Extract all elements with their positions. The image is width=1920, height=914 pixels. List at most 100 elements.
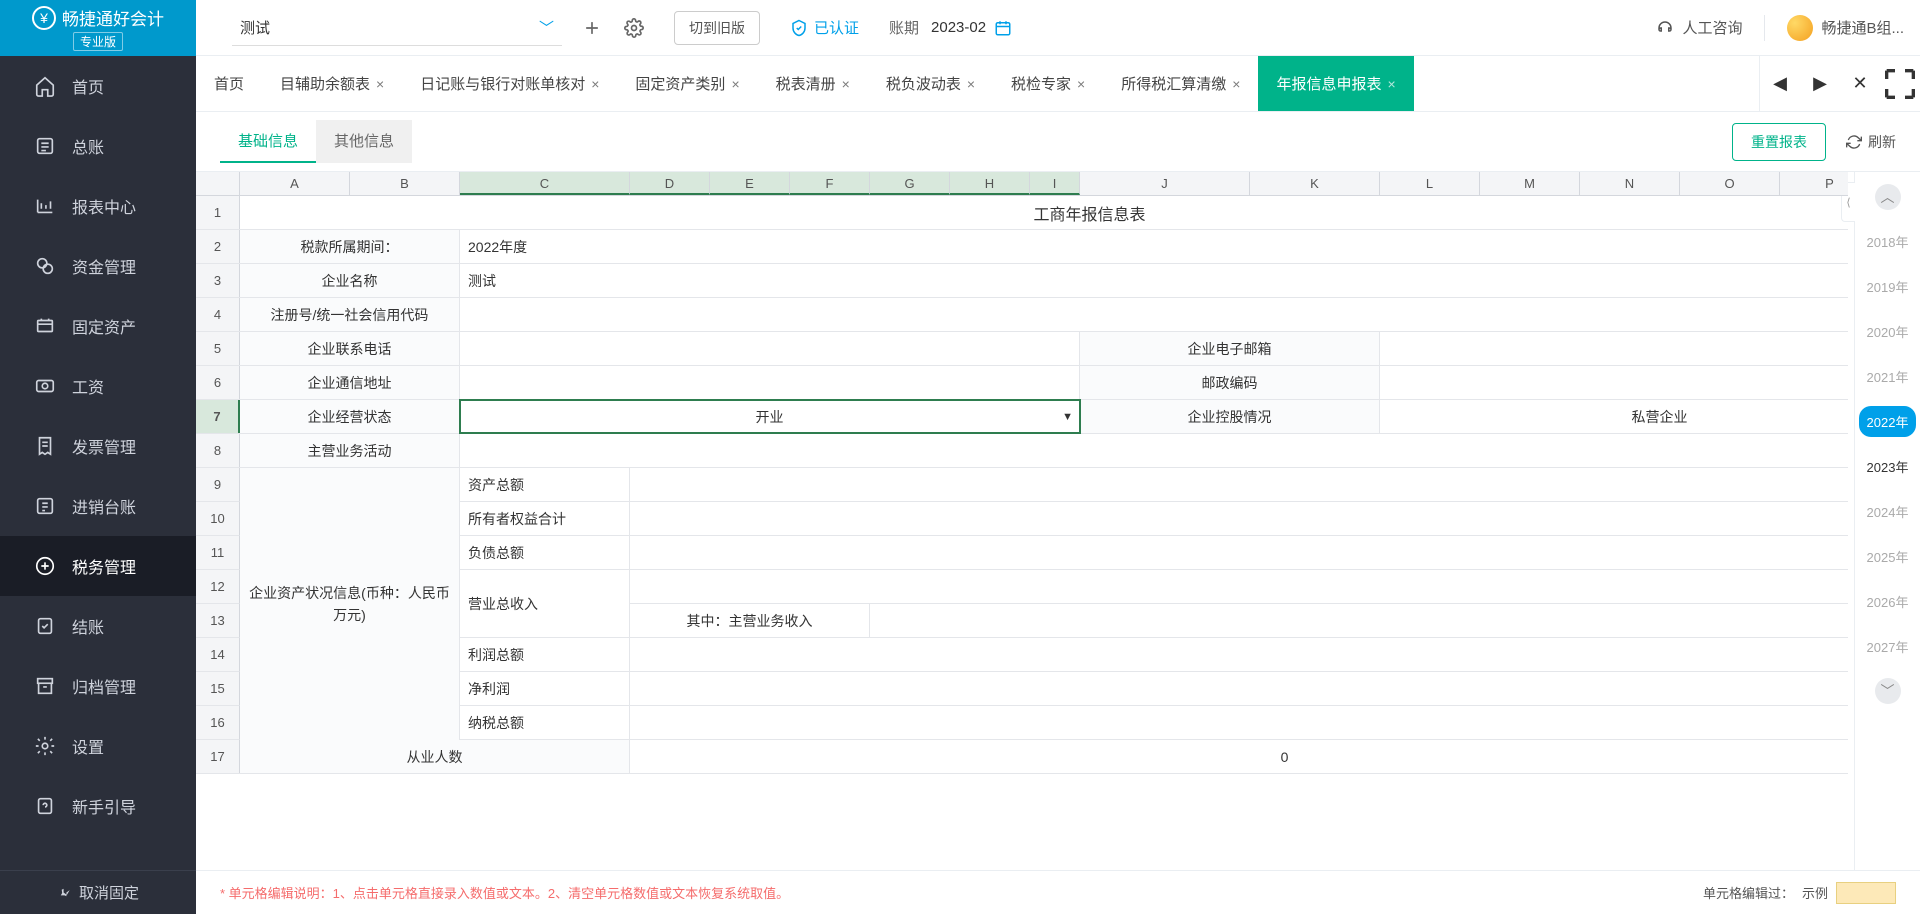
consult-button[interactable]: 人工咨询	[1656, 17, 1742, 38]
col-header-L[interactable]: L	[1380, 172, 1480, 195]
year-2018年[interactable]: 2018年	[1855, 226, 1920, 257]
col-header-P[interactable]: P	[1780, 172, 1848, 195]
asset-total-value[interactable]	[630, 468, 1848, 501]
col-header-M[interactable]: M	[1480, 172, 1580, 195]
row-header-12[interactable]: 12	[196, 570, 240, 604]
sidebar-item-invoice[interactable]: 发票管理	[0, 416, 196, 476]
tabs-prev-button[interactable]: ◀	[1760, 56, 1800, 112]
year-2025年[interactable]: 2025年	[1855, 541, 1920, 572]
reset-report-button[interactable]: 重置报表	[1732, 123, 1826, 161]
col-header-A[interactable]: A	[240, 172, 350, 195]
year-2019年[interactable]: 2019年	[1855, 271, 1920, 302]
gear-icon[interactable]	[624, 18, 644, 38]
sidebar-item-close[interactable]: 结账	[0, 596, 196, 656]
sidebar-item-salary[interactable]: 工资	[0, 356, 196, 416]
spreadsheet[interactable]: ABCDEFGHIJKLMNOPQ 1工商年报信息表2税款所属期间：2022年度…	[196, 172, 1848, 870]
status-value-dropdown[interactable]: 开业	[460, 400, 1080, 433]
user-menu[interactable]: 畅捷通B组...	[1787, 15, 1904, 41]
tab-7[interactable]: 年报信息申报表×	[1258, 56, 1413, 111]
tab-2[interactable]: 固定资产类别×	[617, 56, 757, 111]
sheet-corner[interactable]	[196, 172, 240, 195]
year-2027年[interactable]: 2027年	[1855, 631, 1920, 662]
company-dropdown[interactable]: 测试 ﹀	[232, 10, 562, 46]
close-icon[interactable]: ×	[1232, 76, 1240, 92]
liability-value[interactable]	[630, 536, 1848, 569]
close-icon[interactable]: ×	[731, 76, 739, 92]
row-header-6[interactable]: 6	[196, 366, 240, 399]
close-icon[interactable]: ×	[591, 76, 599, 92]
row-header-11[interactable]: 11	[196, 536, 240, 570]
tabs-next-button[interactable]: ▶	[1800, 56, 1840, 112]
col-header-H[interactable]: H	[950, 172, 1030, 195]
year-2020年[interactable]: 2020年	[1855, 316, 1920, 347]
row-header-14[interactable]: 14	[196, 638, 240, 672]
row-header-8[interactable]: 8	[196, 434, 240, 467]
row-header-2[interactable]: 2	[196, 230, 240, 263]
phone-value[interactable]	[460, 332, 1080, 365]
email-value[interactable]	[1380, 332, 1848, 365]
close-icon[interactable]: ×	[1077, 76, 1085, 92]
close-icon[interactable]: ×	[376, 76, 384, 92]
col-header-C[interactable]: C	[460, 172, 630, 195]
row-header-15[interactable]: 15	[196, 672, 240, 706]
row-header-7[interactable]: 7	[196, 400, 240, 433]
tax-total-value[interactable]	[630, 706, 1848, 739]
row-header-3[interactable]: 3	[196, 264, 240, 297]
row-header-10[interactable]: 10	[196, 502, 240, 536]
revenue-value[interactable]	[630, 570, 1848, 603]
close-icon[interactable]: ×	[967, 76, 975, 92]
tab-close-all-button[interactable]: ✕	[1840, 56, 1880, 112]
year-down-button[interactable]: ﹀	[1875, 678, 1901, 704]
net-profit-value[interactable]	[630, 672, 1848, 705]
year-2026年[interactable]: 2026年	[1855, 586, 1920, 617]
col-header-I[interactable]: I	[1030, 172, 1080, 195]
col-header-K[interactable]: K	[1250, 172, 1380, 195]
row-header-17[interactable]: 17	[196, 740, 240, 773]
employee-count-value[interactable]: 0	[630, 740, 1848, 773]
sub-tab-0[interactable]: 基础信息	[220, 120, 316, 163]
col-header-G[interactable]: G	[870, 172, 950, 195]
profit-value[interactable]	[630, 638, 1848, 671]
year-2023年[interactable]: 2023年	[1855, 451, 1920, 482]
col-header-D[interactable]: D	[630, 172, 710, 195]
tab-4[interactable]: 税负波动表×	[868, 56, 993, 111]
row-header-16[interactable]: 16	[196, 706, 240, 740]
col-header-N[interactable]: N	[1580, 172, 1680, 195]
col-header-E[interactable]: E	[710, 172, 790, 195]
reg-code-value[interactable]	[460, 298, 1848, 331]
sidebar-item-tax[interactable]: 税务管理	[0, 536, 196, 596]
sidebar-item-settings[interactable]: 设置	[0, 716, 196, 776]
sub-tab-1[interactable]: 其他信息	[316, 120, 412, 163]
col-header-O[interactable]: O	[1680, 172, 1780, 195]
close-icon[interactable]: ×	[842, 76, 850, 92]
sidebar-item-asset[interactable]: 固定资产	[0, 296, 196, 356]
holding-value[interactable]: 私营企业	[1380, 400, 1848, 433]
sidebar-item-archive[interactable]: 归档管理	[0, 656, 196, 716]
unpin-button[interactable]: 取消固定	[0, 870, 196, 914]
tab-1[interactable]: 日记账与银行对账单核对×	[402, 56, 617, 111]
row-header-1[interactable]: 1	[196, 196, 240, 229]
period-value-cell[interactable]: 2022年度	[460, 230, 1848, 263]
calendar-icon[interactable]	[994, 19, 1012, 37]
tab-5[interactable]: 税检专家×	[993, 56, 1103, 111]
col-header-J[interactable]: J	[1080, 172, 1250, 195]
tab-6[interactable]: 所得税汇算清缴×	[1103, 56, 1258, 111]
tab-3[interactable]: 税表清册×	[758, 56, 868, 111]
row-header-13[interactable]: 13	[196, 604, 240, 638]
sidebar-item-report[interactable]: 报表中心	[0, 176, 196, 236]
year-2022年[interactable]: 2022年	[1859, 406, 1916, 437]
add-icon[interactable]	[582, 18, 602, 38]
address-value[interactable]	[460, 366, 1080, 399]
tab-0[interactable]: 目辅助余额表×	[262, 56, 402, 111]
refresh-button[interactable]: 刷新	[1846, 132, 1896, 152]
fullscreen-button[interactable]	[1880, 56, 1920, 112]
sidebar-item-home[interactable]: 首页	[0, 56, 196, 116]
year-up-button[interactable]: ︿	[1875, 184, 1901, 210]
tab-home[interactable]: 首页	[196, 56, 262, 111]
main-biz-value[interactable]	[460, 434, 1848, 467]
year-2024年[interactable]: 2024年	[1855, 496, 1920, 527]
sidebar-item-guide[interactable]: 新手引导	[0, 776, 196, 836]
col-header-B[interactable]: B	[350, 172, 460, 195]
switch-old-button[interactable]: 切到旧版	[674, 11, 760, 45]
row-header-4[interactable]: 4	[196, 298, 240, 331]
